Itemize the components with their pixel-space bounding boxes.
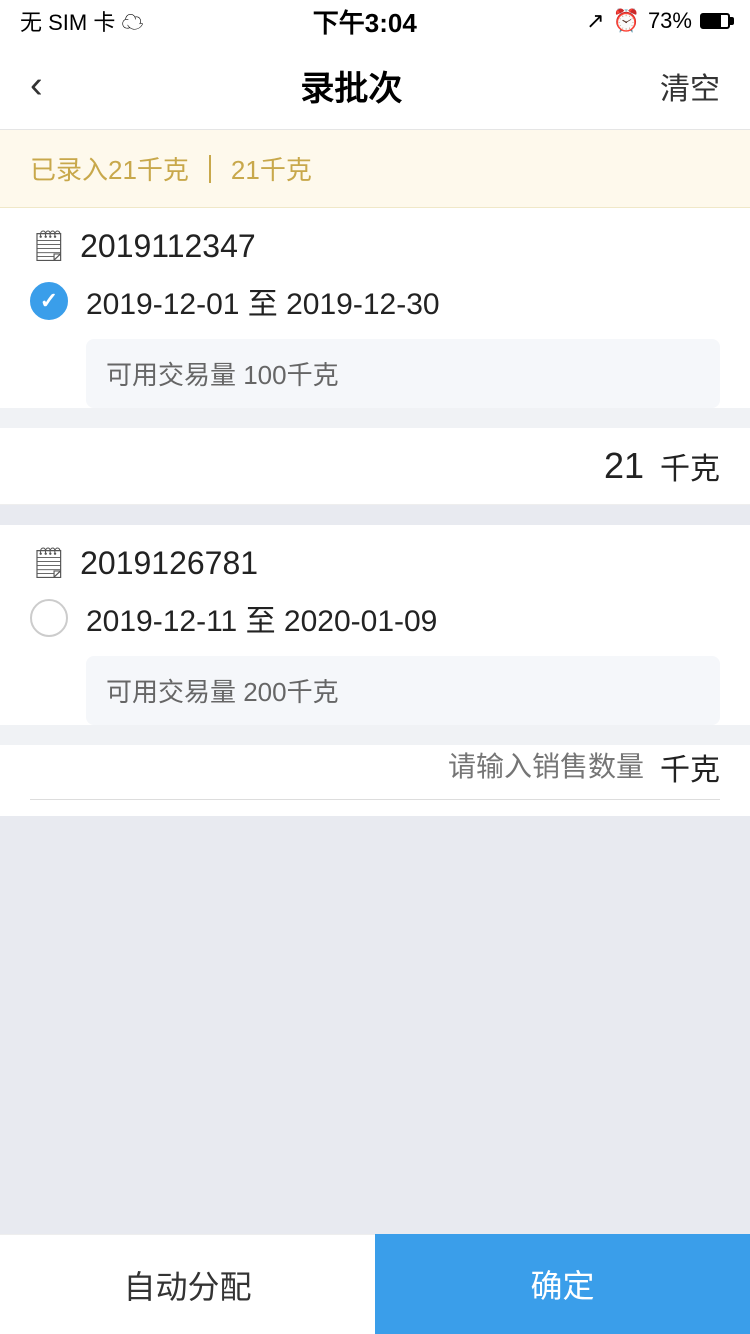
batch-2-input-row: 千克 [30,745,720,800]
status-bar-left: 无 SIM 卡 ☁ [20,5,143,37]
sim-label: 无 SIM 卡 ☁ [20,5,143,37]
batch-1-radio[interactable] [30,282,68,320]
batch-2-info-box: 可用交易量 200千克 [86,656,720,725]
status-bar: 无 SIM 卡 ☁ 下午3:04 ↗ ⏰ 73% [0,0,750,42]
batch-2-quantity-input[interactable] [30,751,644,783]
batch-2-header: 🗒 2019126781 [30,545,720,582]
batch-1-date-row: 2019-12-01 至 2019-12-30 [30,279,720,323]
bottom-bar: 自动分配 确定 [0,1234,750,1334]
page-title: 录批次 [300,61,402,110]
total-amount: 21千克 [231,150,312,187]
batch-1-info-box: 可用交易量 100千克 [86,339,720,408]
batch-2-radio[interactable] [30,599,68,637]
auto-distribute-button[interactable]: 自动分配 [0,1234,375,1334]
batch-1-date: 2019-12-01 至 2019-12-30 [86,279,440,323]
batch-item-2: 🗒 2019126781 2019-12-11 至 2020-01-09 可用交… [0,525,750,725]
status-bar-time: 下午3:04 [313,3,417,40]
battery-icon [700,13,730,29]
nav-bar: ‹ 录批次 清空 [0,42,750,130]
location-icon: ↗ [586,8,604,34]
batch-2-number: 2019126781 [80,545,258,582]
batch-2-unit: 千克 [660,745,720,789]
back-button[interactable]: ‹ [30,64,43,107]
batch-doc-icon-1: 🗒 [30,229,68,264]
batch-1-available: 可用交易量 100千克 [106,360,339,390]
batch-1-quantity-row: 21 千克 [0,428,750,505]
batch-doc-icon-2: 🗒 [30,546,68,581]
empty-area [0,816,750,1256]
recorded-amount: 已录入21千克 [30,150,189,187]
batch-2-available: 可用交易量 200千克 [106,677,339,707]
batch-1-quantity-value: 21 [604,445,644,487]
batch-1-number: 2019112347 [80,228,256,265]
batch-1-header: 🗒 2019112347 [30,228,720,265]
clear-button[interactable]: 清空 [660,64,720,108]
batch-item-1: 🗒 2019112347 2019-12-01 至 2019-12-30 可用交… [0,208,750,408]
status-bar-right: ↗ ⏰ 73% [586,8,730,34]
batch-2-date: 2019-12-11 至 2020-01-09 [86,596,437,640]
batch-1-unit: 千克 [660,444,720,488]
section-separator [0,505,750,525]
confirm-button[interactable]: 确定 [375,1234,750,1334]
info-divider [209,155,211,183]
batch-2-input-area: 千克 [0,745,750,816]
batch-2-date-row: 2019-12-11 至 2020-01-09 [30,596,720,640]
battery-label: 73% [648,8,692,34]
clock-icon: ⏰ [613,8,640,34]
info-bar: 已录入21千克 21千克 [0,130,750,208]
